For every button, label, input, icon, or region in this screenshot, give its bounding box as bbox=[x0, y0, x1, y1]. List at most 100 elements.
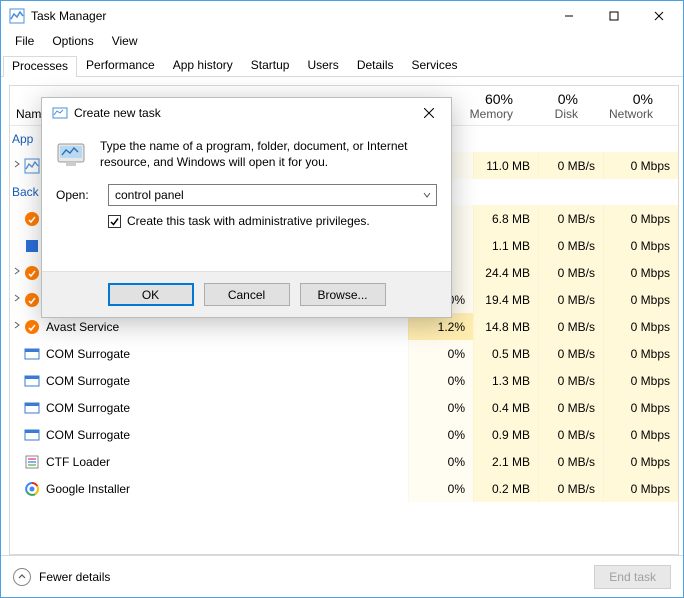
process-icon bbox=[24, 427, 40, 443]
titlebar[interactable]: Task Manager bbox=[1, 1, 683, 31]
tab-details[interactable]: Details bbox=[348, 55, 403, 76]
dialog-titlebar[interactable]: Create new task bbox=[42, 98, 451, 128]
cell-memory: 0.5 MB bbox=[473, 340, 538, 367]
process-name: CTF Loader bbox=[46, 455, 408, 469]
process-icon bbox=[24, 400, 40, 416]
cell-disk: 0 MB/s bbox=[538, 448, 603, 475]
tab-services[interactable]: Services bbox=[403, 55, 467, 76]
task-manager-icon bbox=[9, 8, 25, 24]
tab-startup[interactable]: Startup bbox=[242, 55, 299, 76]
open-input[interactable] bbox=[109, 185, 418, 205]
table-row[interactable]: CTF Loader0%2.1 MB0 MB/s0 Mbps bbox=[10, 448, 678, 475]
process-name: COM Surrogate bbox=[46, 374, 408, 388]
create-task-dialog: Create new task Type the name of a progr… bbox=[41, 97, 452, 318]
open-label: Open: bbox=[56, 188, 98, 202]
cell-disk: 0 MB/s bbox=[538, 152, 603, 179]
process-icon bbox=[24, 211, 40, 227]
cell-disk: 0 MB/s bbox=[538, 394, 603, 421]
column-disk[interactable]: 0% Disk bbox=[521, 86, 586, 125]
process-icon bbox=[24, 346, 40, 362]
cell-disk: 0 MB/s bbox=[538, 340, 603, 367]
minimize-button[interactable] bbox=[546, 2, 591, 31]
cell-network: 0 Mbps bbox=[603, 340, 678, 367]
process-icon bbox=[24, 481, 40, 497]
expand-icon[interactable] bbox=[10, 160, 24, 171]
table-row[interactable]: COM Surrogate0%0.5 MB0 MB/s0 Mbps bbox=[10, 340, 678, 367]
cell-memory: 2.1 MB bbox=[473, 448, 538, 475]
tab-users[interactable]: Users bbox=[298, 55, 347, 76]
cell-network: 0 Mbps bbox=[603, 448, 678, 475]
dialog-title: Create new task bbox=[74, 106, 409, 120]
process-icon bbox=[24, 265, 40, 281]
dialog-close-button[interactable] bbox=[409, 99, 449, 127]
cancel-button[interactable]: Cancel bbox=[204, 283, 290, 306]
process-icon bbox=[24, 238, 40, 254]
table-row[interactable]: Google Installer0%0.2 MB0 MB/s0 Mbps bbox=[10, 475, 678, 502]
process-name: Google Installer bbox=[46, 482, 408, 496]
tab-app-history[interactable]: App history bbox=[164, 55, 242, 76]
cell-memory: 1.1 MB bbox=[473, 232, 538, 259]
cell-cpu: 0% bbox=[408, 394, 473, 421]
process-name: Avast Service bbox=[46, 320, 408, 334]
cell-memory: 11.0 MB bbox=[473, 152, 538, 179]
process-icon bbox=[24, 319, 40, 335]
cell-memory: 1.3 MB bbox=[473, 367, 538, 394]
cell-network: 0 Mbps bbox=[603, 205, 678, 232]
cell-disk: 0 MB/s bbox=[538, 286, 603, 313]
run-program-icon bbox=[56, 138, 88, 170]
process-icon bbox=[24, 454, 40, 470]
cell-network: 0 Mbps bbox=[603, 286, 678, 313]
column-network[interactable]: 0% Network bbox=[586, 86, 661, 125]
cell-disk: 0 MB/s bbox=[538, 205, 603, 232]
fewer-details-button[interactable]: Fewer details bbox=[13, 568, 594, 586]
cell-cpu: 0% bbox=[408, 367, 473, 394]
cell-network: 0 Mbps bbox=[603, 232, 678, 259]
window-title: Task Manager bbox=[31, 9, 546, 23]
admin-checkbox-label[interactable]: Create this task with administrative pri… bbox=[127, 214, 370, 228]
cell-memory: 0.4 MB bbox=[473, 394, 538, 421]
open-combobox[interactable] bbox=[108, 184, 437, 206]
expand-icon[interactable] bbox=[10, 267, 24, 278]
menu-options[interactable]: Options bbox=[44, 32, 101, 50]
table-row[interactable]: COM Surrogate0%1.3 MB0 MB/s0 Mbps bbox=[10, 367, 678, 394]
cell-memory: 6.8 MB bbox=[473, 205, 538, 232]
table-row[interactable]: COM Surrogate0%0.9 MB0 MB/s0 Mbps bbox=[10, 421, 678, 448]
cell-disk: 0 MB/s bbox=[538, 259, 603, 286]
cell-cpu: 0% bbox=[408, 475, 473, 502]
cell-memory: 24.4 MB bbox=[473, 259, 538, 286]
cell-disk: 0 MB/s bbox=[538, 475, 603, 502]
menu-view[interactable]: View bbox=[104, 32, 146, 50]
cell-memory: 19.4 MB bbox=[473, 286, 538, 313]
cell-disk: 0 MB/s bbox=[538, 367, 603, 394]
column-memory[interactable]: 60% Memory bbox=[456, 86, 521, 125]
cell-network: 0 Mbps bbox=[603, 313, 678, 340]
combobox-dropdown-button[interactable] bbox=[418, 185, 436, 205]
expand-icon[interactable] bbox=[10, 294, 24, 305]
footer: Fewer details End task bbox=[1, 555, 683, 597]
menu-bar: File Options View bbox=[1, 31, 683, 51]
cell-network: 0 Mbps bbox=[603, 475, 678, 502]
end-task-button[interactable]: End task bbox=[594, 565, 671, 589]
chevron-up-icon bbox=[13, 568, 31, 586]
table-row[interactable]: COM Surrogate0%0.4 MB0 MB/s0 Mbps bbox=[10, 394, 678, 421]
expand-icon[interactable] bbox=[10, 321, 24, 332]
tab-performance[interactable]: Performance bbox=[77, 55, 164, 76]
process-name: COM Surrogate bbox=[46, 428, 408, 442]
cell-network: 0 Mbps bbox=[603, 367, 678, 394]
ok-button[interactable]: OK bbox=[108, 283, 194, 306]
close-button[interactable] bbox=[636, 2, 681, 31]
cell-cpu: 0% bbox=[408, 421, 473, 448]
admin-checkbox[interactable] bbox=[108, 215, 121, 228]
cell-network: 0 Mbps bbox=[603, 259, 678, 286]
run-icon bbox=[52, 105, 68, 121]
maximize-button[interactable] bbox=[591, 2, 636, 31]
cell-memory: 0.9 MB bbox=[473, 421, 538, 448]
cell-network: 0 Mbps bbox=[603, 421, 678, 448]
process-icon bbox=[24, 158, 40, 174]
tab-strip: Processes Performance App history Startu… bbox=[1, 55, 683, 77]
cell-memory: 14.8 MB bbox=[473, 313, 538, 340]
cell-disk: 0 MB/s bbox=[538, 232, 603, 259]
menu-file[interactable]: File bbox=[7, 32, 42, 50]
tab-processes[interactable]: Processes bbox=[3, 56, 77, 77]
browse-button[interactable]: Browse... bbox=[300, 283, 386, 306]
